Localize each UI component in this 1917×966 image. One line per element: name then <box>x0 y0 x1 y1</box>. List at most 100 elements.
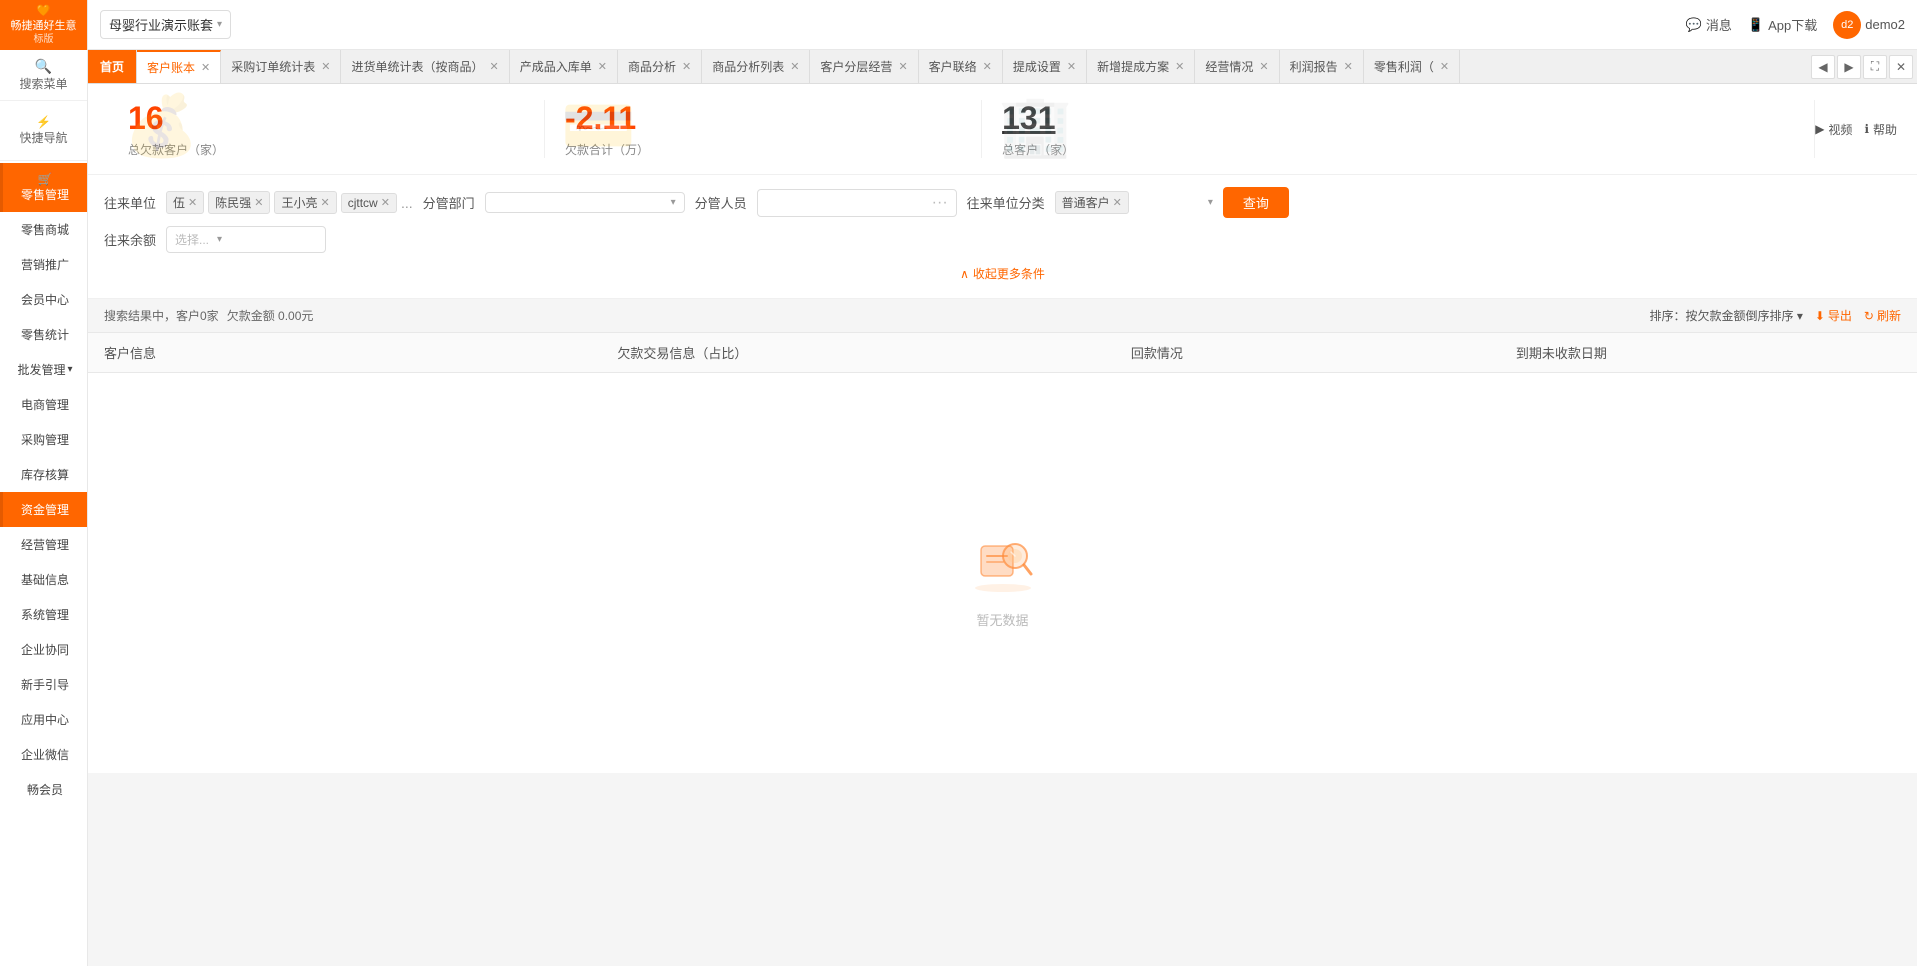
tab-close-icon[interactable]: ✕ <box>898 60 907 73</box>
filter-unit-tags: 伍 ✕ 陈民强 ✕ 王小亮 ✕ cjttcw ✕ ... <box>166 191 413 214</box>
tab-close-icon[interactable]: ✕ <box>682 60 691 73</box>
avatar: d2 <box>1833 11 1861 39</box>
table-header-cell-repayment: 回款情况 <box>1131 343 1516 362</box>
tab-close-icon[interactable]: ✕ <box>321 60 330 73</box>
tab-profit-report[interactable]: 利润报告 ✕ <box>1280 50 1364 84</box>
sidebar-item-inventory-check[interactable]: 库存核算 <box>0 457 87 492</box>
sidebar-item-app-center[interactable]: 应用中心 <box>0 702 87 737</box>
sidebar-item-system-mgmt[interactable]: 系统管理 <box>0 597 87 632</box>
tab-close-icon[interactable]: ✕ <box>790 60 799 73</box>
help-button[interactable]: ℹ 帮助 <box>1864 121 1897 138</box>
tab-scroll-right-button[interactable]: ▶ <box>1837 55 1861 79</box>
tag-close-icon[interactable]: ✕ <box>188 196 197 209</box>
user-menu-button[interactable]: d2 demo2 <box>1833 11 1905 39</box>
tab-purchase-order-stats[interactable]: 采购订单统计表 ✕ <box>221 50 341 84</box>
tab-scroll-left-button[interactable]: ◀ <box>1811 55 1835 79</box>
sidebar-search[interactable]: 🔍 搜索菜单 <box>0 50 87 101</box>
sidebar-quick-nav-item[interactable]: ⚡ 快捷导航 <box>0 107 87 154</box>
tab-close-icon[interactable]: ✕ <box>598 60 607 73</box>
collapse-button[interactable]: ∧ 收起更多条件 <box>960 265 1045 282</box>
filter-row-2: 往来余额 选择... ▾ <box>104 226 1901 253</box>
tab-close-icon[interactable]: ✕ <box>1259 60 1268 73</box>
topbar-left: 母婴行业演示账套 ▾ <box>100 10 231 39</box>
video-button[interactable]: ▶ 视频 <box>1815 121 1852 138</box>
sidebar-item-enterprise-wechat[interactable]: 企业微信 <box>0 737 87 772</box>
tag-close-icon[interactable]: ✕ <box>321 196 330 209</box>
sidebar-item-batch-mgmt[interactable]: 批发管理 ▾ <box>0 352 87 387</box>
filter-unit-category-select[interactable]: ▾ <box>1133 197 1213 208</box>
tab-new-raise-plan[interactable]: 新增提成方案 ✕ <box>1087 50 1195 84</box>
sidebar-item-ecommerce-mgmt[interactable]: 电商管理 <box>0 387 87 422</box>
tag-close-icon[interactable]: ✕ <box>254 196 263 209</box>
table-header: 客户信息 欠款交易信息（占比） 回款情况 到期未收款日期 <box>88 333 1917 373</box>
tab-raise-settings[interactable]: 提成设置 ✕ <box>1003 50 1087 84</box>
stat-icon-debt: 💳 <box>561 90 636 161</box>
tab-maximize-button[interactable]: ⛶ <box>1863 55 1887 79</box>
tabbar: 首页 客户账本 ✕ 采购订单统计表 ✕ 进货单统计表（按商品） ✕ 产成品入库单… <box>88 50 1917 84</box>
empty-text: 暂无数据 <box>976 610 1028 629</box>
filter-tag-unit-2: 陈民强 ✕ <box>208 191 270 214</box>
tab-close-icon[interactable]: ✕ <box>1067 60 1076 73</box>
tab-retail-profit[interactable]: 零售利润（ ✕ <box>1364 50 1460 84</box>
sidebar-item-retail-mgmt[interactable]: 🛒 零售管理 <box>0 163 87 212</box>
refresh-button[interactable]: ↻ 刷新 <box>1864 307 1901 324</box>
tab-product-stock-in[interactable]: 产成品入库单 ✕ <box>510 50 618 84</box>
tab-close-all-button[interactable]: ✕ <box>1889 55 1913 79</box>
stats-bar: 💰 16 总欠款客户（家） 💳 -2.11 欠款合计（万） 🏢 131 总客户（… <box>88 84 1917 175</box>
account-selector[interactable]: 母婴行业演示账套 ▾ <box>100 10 231 39</box>
tab-stock-stats[interactable]: 进货单统计表（按商品） ✕ <box>341 50 509 84</box>
tab-close-icon[interactable]: ✕ <box>201 61 210 74</box>
sidebar-item-operations-mgmt[interactable]: 经营管理 <box>0 527 87 562</box>
export-button[interactable]: ⬇ 导出 <box>1815 307 1852 324</box>
chevron-down-icon: ▾ <box>1797 309 1803 323</box>
tabbar-controls: ◀ ▶ ⛶ ✕ <box>1811 55 1917 79</box>
sidebar-item-member-center[interactable]: 会员中心 <box>0 282 87 317</box>
table-container: 客户信息 欠款交易信息（占比） 回款情况 到期未收款日期 <box>88 333 1917 773</box>
empty-state: 暂无数据 <box>963 458 1043 689</box>
chevron-down-icon: ▾ <box>217 19 222 30</box>
filter-tag-unit-4: cjttcw ✕ <box>341 193 397 213</box>
tab-close-icon[interactable]: ✕ <box>1344 60 1353 73</box>
filter-unit-category-label: 往来单位分类 <box>967 193 1045 212</box>
tab-operations[interactable]: 经营情况 ✕ <box>1195 50 1279 84</box>
tab-close-icon[interactable]: ✕ <box>1175 60 1184 73</box>
tab-close-icon[interactable]: ✕ <box>490 60 499 73</box>
stat-total-debt-customers: 💰 16 总欠款客户（家） <box>108 100 545 158</box>
tag-close-icon[interactable]: ✕ <box>381 196 390 209</box>
message-icon: 💬 <box>1686 17 1702 33</box>
sidebar-item-free-member[interactable]: 畅会员 <box>0 772 87 807</box>
tab-close-icon[interactable]: ✕ <box>983 60 992 73</box>
message-button[interactable]: 💬 消息 <box>1686 15 1732 34</box>
sidebar-item-purchase-mgmt[interactable]: 采购管理 <box>0 422 87 457</box>
tag-close-icon[interactable]: ✕ <box>1113 196 1122 209</box>
tab-customer-contact[interactable]: 客户联络 ✕ <box>919 50 1003 84</box>
query-button[interactable]: 查询 <box>1223 187 1289 218</box>
filter-dept-label: 分管部门 <box>423 193 475 212</box>
sidebar-item-retail-mall[interactable]: 零售商城 <box>0 212 87 247</box>
filter-unit-category-tags: 普通客户 ✕ ▾ <box>1055 191 1213 214</box>
tab-close-icon[interactable]: ✕ <box>1440 60 1449 73</box>
download-icon: 📱 <box>1748 17 1764 33</box>
chevron-down-icon: ▾ <box>67 364 72 375</box>
tab-product-analysis[interactable]: 商品分析 ✕ <box>618 50 702 84</box>
filter-balance-input[interactable]: 选择... ▾ <box>166 226 326 253</box>
filter-more-button[interactable]: ... <box>401 195 413 211</box>
sidebar-item-enterprise-collab[interactable]: 企业协同 <box>0 632 87 667</box>
export-icon: ⬇ <box>1815 309 1825 323</box>
app-download-button[interactable]: 📱 App下载 <box>1748 15 1817 34</box>
filter-dept-select[interactable]: ▾ <box>485 192 685 213</box>
sidebar-item-basic-info[interactable]: 基础信息 <box>0 562 87 597</box>
stat-icon-total-customers: 🏢 <box>998 90 1073 161</box>
tab-product-analysis-list[interactable]: 商品分析列表 ✕ <box>702 50 810 84</box>
stat-icon-customers: 💰 <box>124 90 199 161</box>
tab-customer-tier-mgmt[interactable]: 客户分层经营 ✕ <box>810 50 918 84</box>
sidebar-item-retail-stats[interactable]: 零售统计 <box>0 317 87 352</box>
sidebar-item-marketing[interactable]: 营销推广 <box>0 247 87 282</box>
more-options-icon[interactable]: ··· <box>932 194 948 212</box>
sidebar-item-new-guide[interactable]: 新手引导 <box>0 667 87 702</box>
filter-unit-label: 往来单位 <box>104 193 156 212</box>
tab-customer-accounts[interactable]: 客户账本 ✕ <box>137 50 221 84</box>
filter-person-select[interactable]: ··· <box>757 189 957 217</box>
tab-home[interactable]: 首页 <box>88 50 137 84</box>
sidebar-item-capital-mgmt[interactable]: 资金管理 <box>0 492 87 527</box>
